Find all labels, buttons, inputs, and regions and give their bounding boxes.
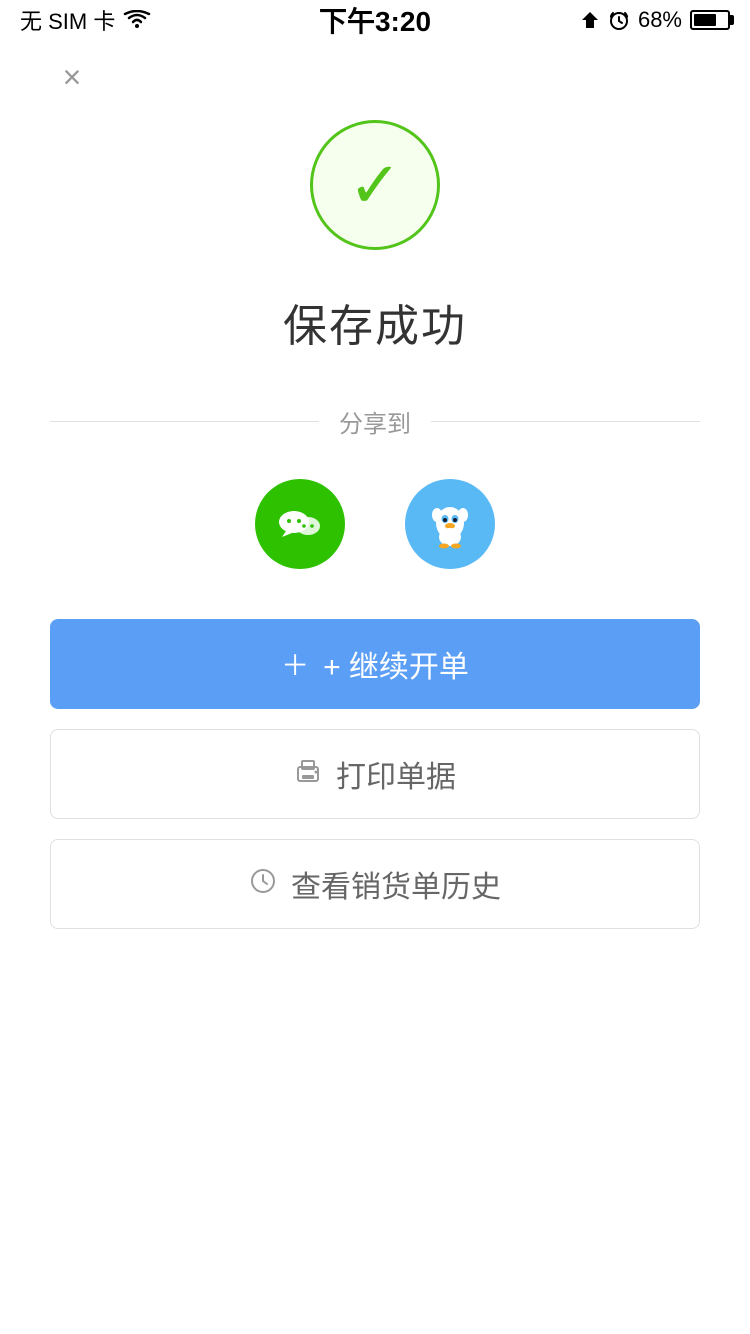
- buttons-section: ＋ + 继续开单 打印单据: [0, 619, 750, 929]
- print-label: 打印单据: [336, 752, 456, 796]
- divider-line-left: [50, 421, 319, 422]
- continue-label: + 继续开单: [323, 642, 469, 686]
- print-button[interactable]: 打印单据: [50, 729, 700, 819]
- share-icons: [50, 479, 700, 569]
- alarm-icon: [608, 9, 630, 31]
- share-label: 分享到: [339, 404, 411, 439]
- wechat-icon-svg: [272, 496, 328, 552]
- wifi-icon: [123, 10, 151, 30]
- history-icon: [249, 867, 277, 902]
- no-sim-text: 无 SIM 卡: [20, 4, 115, 36]
- close-button[interactable]: ×: [50, 55, 94, 99]
- continue-icon: ＋: [281, 644, 309, 684]
- status-left: 无 SIM 卡: [20, 4, 151, 36]
- close-icon: ×: [63, 61, 82, 93]
- status-time: 下午3:20: [319, 0, 431, 40]
- history-label: 查看销货单历史: [291, 862, 501, 906]
- share-divider: 分享到: [50, 404, 700, 439]
- status-bar: 无 SIM 卡 下午3:20 68%: [0, 0, 750, 40]
- checkmark-icon: ✓: [348, 153, 402, 217]
- continue-button[interactable]: ＋ + 继续开单: [50, 619, 700, 709]
- wechat-share-button[interactable]: [255, 479, 345, 569]
- divider-line-right: [431, 421, 700, 422]
- print-icon: [294, 757, 322, 792]
- success-circle: ✓: [310, 120, 440, 250]
- qq-icon-svg: [423, 497, 477, 551]
- success-title: 保存成功: [283, 290, 467, 354]
- share-section: 分享到: [0, 404, 750, 569]
- history-button[interactable]: 查看销货单历史: [50, 839, 700, 929]
- status-right: 68%: [580, 7, 730, 33]
- location-icon: [580, 10, 600, 30]
- battery-percent: 68%: [638, 7, 682, 33]
- main-content: ✓ 保存成功 分享到: [0, 40, 750, 1334]
- battery-icon: [690, 10, 730, 30]
- qq-share-button[interactable]: [405, 479, 495, 569]
